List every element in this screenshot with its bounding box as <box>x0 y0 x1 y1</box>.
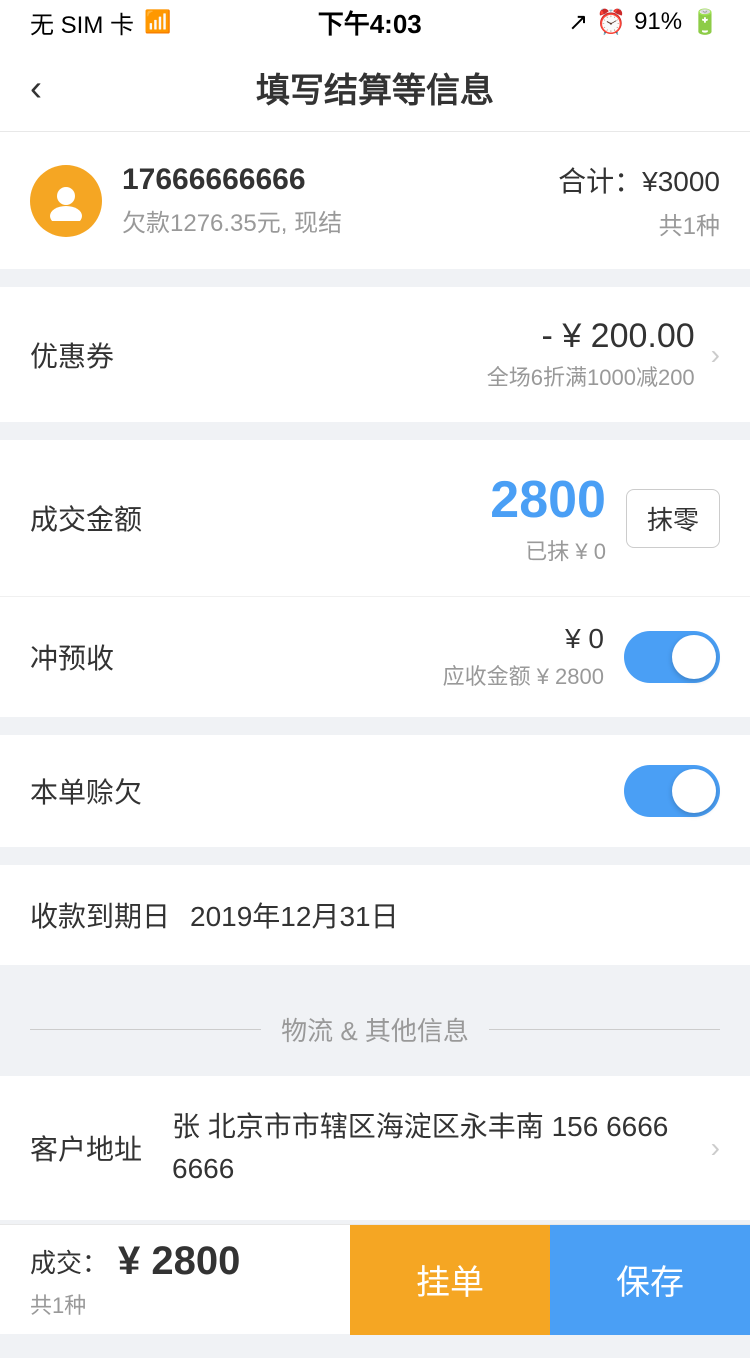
amount-right: 2800 已抹 ¥ 0 抹零 <box>490 470 720 566</box>
bottom-summary: 成交： ¥ 2800 共1种 <box>0 1239 350 1320</box>
discount-amount: - ¥ 200.00 <box>487 317 695 356</box>
amount-row: 成交金额 2800 已抹 ¥ 0 抹零 <box>0 440 750 596</box>
avatar <box>30 165 102 237</box>
divider-text: 物流 & 其他信息 <box>281 1011 469 1048</box>
round-button[interactable]: 抹零 <box>626 489 720 548</box>
discount-desc: 全场6折满1000减200 <box>487 360 695 392</box>
alarm-icon: ⏰ <box>596 8 626 37</box>
address-chevron-icon: › <box>711 1132 720 1164</box>
amount-label: 成交金额 <box>30 498 142 538</box>
customer-left: 17666666666 欠款1276.35元, 现结 <box>30 163 342 238</box>
prepay-desc: 应收金额 ¥ 2800 <box>443 659 604 691</box>
amount-value-wrap: 2800 已抹 ¥ 0 <box>490 470 606 566</box>
debit-label: 本单赊欠 <box>30 771 142 811</box>
address-row[interactable]: 客户地址 张 北京市市辖区海淀区永丰南 156 6666 6666 › <box>0 1076 750 1220</box>
bottom-bar: 成交： ¥ 2800 共1种 挂单 保存 <box>0 1224 750 1334</box>
customer-card: 17666666666 欠款1276.35元, 现结 合计：¥3000 共1种 <box>0 132 750 269</box>
debit-section: 本单赊欠 <box>0 735 750 847</box>
customer-count: 共1种 <box>558 206 720 241</box>
nav-bar: ‹ 填写结算等信息 <box>0 44 750 132</box>
customer-total: 合计：¥3000 <box>558 160 720 200</box>
amount-section: 成交金额 2800 已抹 ¥ 0 抹零 冲预收 ¥ 0 应收金额 ¥ 2800 <box>0 440 750 717</box>
duedate-label: 收款到期日 <box>30 895 170 935</box>
status-left: 无 SIM 卡 📶 <box>30 5 171 40</box>
wifi-icon: 📶 <box>144 9 171 35</box>
page-title: 填写结算等信息 <box>256 63 494 112</box>
amount-value: 2800 <box>490 470 606 530</box>
coupon-chevron-icon: › <box>711 339 720 371</box>
bottom-total-row: 成交： ¥ 2800 <box>30 1239 320 1284</box>
prepay-right: ¥ 0 应收金额 ¥ 2800 <box>443 623 720 691</box>
location-icon: ↗ <box>568 8 588 37</box>
no-sim-text: 无 SIM 卡 <box>30 5 134 40</box>
back-button[interactable]: ‹ <box>30 67 90 109</box>
status-right: ↗ ⏰ 91% 🔋 <box>568 8 720 37</box>
address-section: 客户地址 张 北京市市辖区海淀区永丰南 156 6666 6666 › <box>0 1076 750 1220</box>
coupon-label: 优惠券 <box>30 335 114 375</box>
duedate-section: 收款到期日 2019年12月31日 <box>0 865 750 965</box>
coupon-right: - ¥ 200.00 全场6折满1000减200 › <box>487 317 720 392</box>
customer-debt: 欠款1276.35元, 现结 <box>122 203 342 238</box>
content: 17666666666 欠款1276.35元, 现结 合计：¥3000 共1种 … <box>0 132 750 1358</box>
prepay-value-wrap: ¥ 0 应收金额 ¥ 2800 <box>443 623 604 691</box>
address-label: 客户地址 <box>30 1128 142 1168</box>
coupon-row[interactable]: 优惠券 - ¥ 200.00 全场6折满1000减200 › <box>0 287 750 422</box>
customer-info: 17666666666 欠款1276.35元, 现结 <box>122 163 342 238</box>
bottom-count: 共1种 <box>30 1288 320 1320</box>
bottom-total-label: 成交： <box>30 1243 108 1280</box>
save-button[interactable]: 保存 <box>550 1225 750 1335</box>
amount-sub: 已抹 ¥ 0 <box>490 534 606 566</box>
divider-line-left <box>30 1029 261 1030</box>
prepay-amount: ¥ 0 <box>443 623 604 655</box>
divider-line-right <box>489 1029 720 1030</box>
coupon-value: - ¥ 200.00 全场6折满1000减200 <box>487 317 695 392</box>
prepay-row: 冲预收 ¥ 0 应收金额 ¥ 2800 <box>0 596 750 717</box>
hang-button[interactable]: 挂单 <box>350 1225 550 1335</box>
status-bar: 无 SIM 卡 📶 下午4:03 ↗ ⏰ 91% 🔋 <box>0 0 750 44</box>
coupon-section: 优惠券 - ¥ 200.00 全场6折满1000减200 › <box>0 287 750 422</box>
battery-text: 91% <box>634 8 682 36</box>
duedate-value: 2019年12月31日 <box>190 895 399 935</box>
prepay-label: 冲预收 <box>30 637 114 677</box>
divider-section: 物流 & 其他信息 <box>0 983 750 1076</box>
debit-row: 本单赊欠 <box>0 735 750 847</box>
battery-icon: 🔋 <box>690 8 720 37</box>
customer-phone: 17666666666 <box>122 163 342 197</box>
bottom-total-value: ¥ 2800 <box>118 1239 240 1284</box>
address-value: 张 北京市市辖区海淀区永丰南 156 6666 6666 <box>172 1106 711 1190</box>
status-time: 下午4:03 <box>318 4 422 41</box>
duedate-row: 收款到期日 2019年12月31日 <box>0 865 750 965</box>
customer-right: 合计：¥3000 共1种 <box>558 160 720 241</box>
debit-toggle[interactable] <box>624 765 720 817</box>
prepay-toggle[interactable] <box>624 631 720 683</box>
